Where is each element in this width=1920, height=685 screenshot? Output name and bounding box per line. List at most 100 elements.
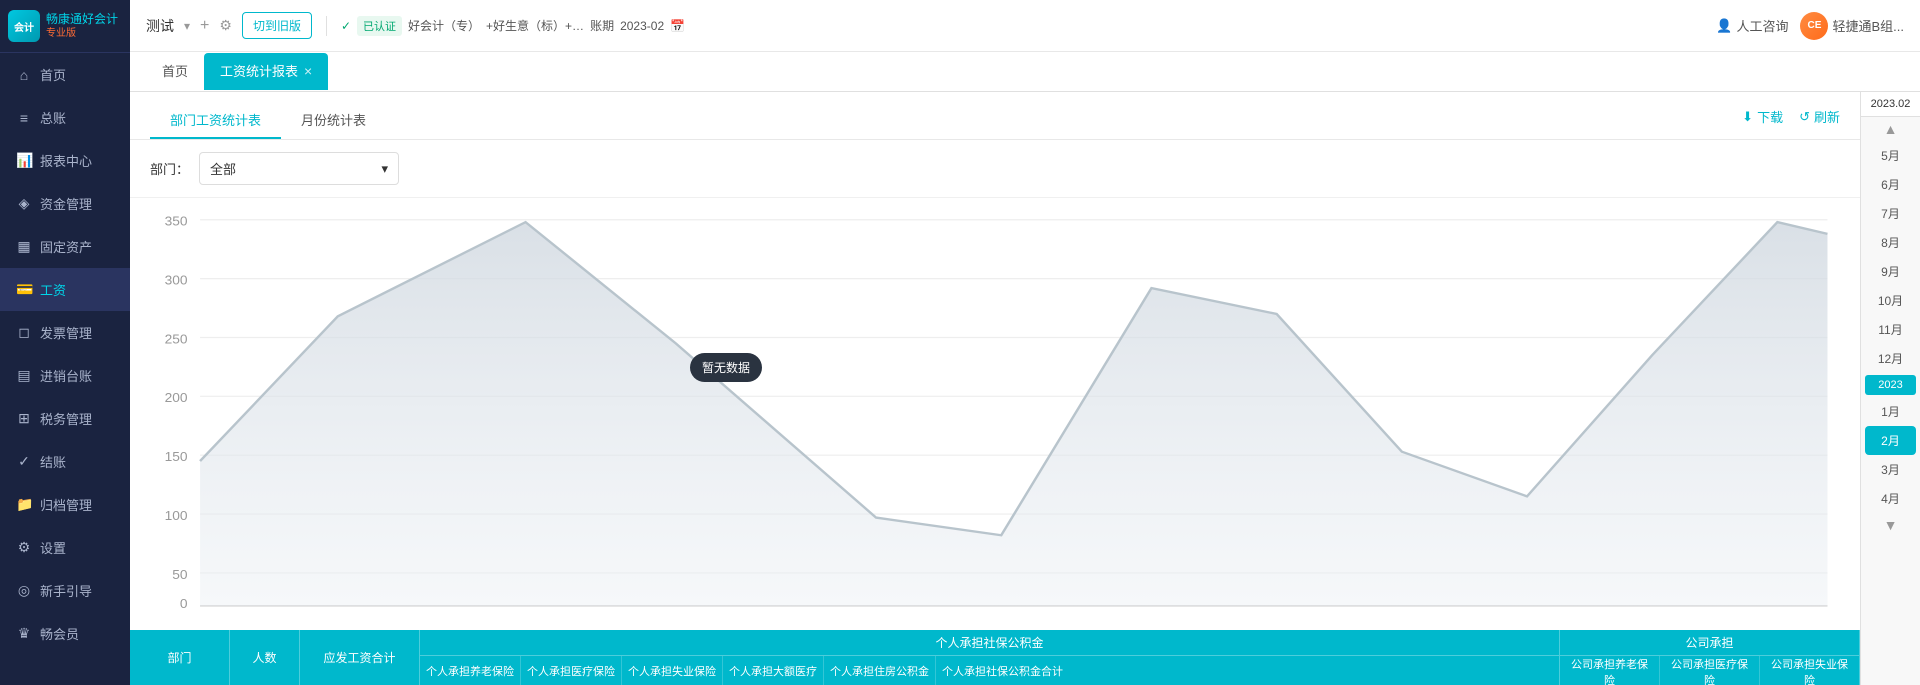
personal-group-label: 个人承担社保公积金 xyxy=(420,630,1559,656)
col-count: 人数 xyxy=(230,630,300,685)
subtab-dept[interactable]: 部门工资统计表 xyxy=(150,102,281,139)
reports-icon: 📊 xyxy=(16,152,32,169)
sidebar-item-ledger[interactable]: ≡ 总账 xyxy=(0,96,130,139)
tab-salary-report[interactable]: 工资统计报表 × xyxy=(204,53,328,90)
dept-select[interactable]: 全部 ▾ xyxy=(199,152,399,185)
subtab-monthly[interactable]: 月份统计表 xyxy=(281,102,386,139)
company-group-subs: 公司承担养老保险 公司承担医疗保险 公司承担失业保险 xyxy=(1560,656,1859,685)
refresh-btn[interactable]: ↺ 刷新 xyxy=(1799,107,1840,126)
svg-text:300: 300 xyxy=(165,273,188,288)
company-group-label: 公司承担 xyxy=(1560,630,1859,656)
sidebar-item-salary[interactable]: 💳 工资 xyxy=(0,268,130,311)
sidebar-item-reports[interactable]: 📊 报表中心 xyxy=(0,139,130,182)
period-value: 2023-02 xyxy=(620,19,664,33)
topbar-add[interactable]: + xyxy=(200,17,209,35)
personal-group-subs: 个人承担养老保险 个人承担医疗保险 个人承担失业保险 个人承担大额医疗 个人承担 xyxy=(420,656,1559,685)
date-month-sep[interactable]: 9月 xyxy=(1861,257,1920,286)
topbar-title: 测试 xyxy=(146,16,174,36)
col-group-company: 公司承担 公司承担养老保险 公司承担医疗保险 公司承担失业保险 xyxy=(1560,630,1860,685)
date-month-may[interactable]: 5月 xyxy=(1861,141,1920,170)
switch-old-btn[interactable]: 切到旧版 xyxy=(242,12,312,39)
sidebar-item-member[interactable]: ♛ 畅会员 xyxy=(0,612,130,655)
ledger-icon: ≡ xyxy=(16,110,32,126)
date-year-2023-label[interactable]: 2023 xyxy=(1865,375,1916,395)
date-month-oct[interactable]: 10月 xyxy=(1861,286,1920,315)
logo-text: 畅康通好会计 专业版 xyxy=(46,12,118,41)
topbar-status: ✓ 已认证 好会计（专） +好生意（标）+… 账期 2023-02 📅 xyxy=(341,16,685,36)
col-personal-pension: 个人承担养老保险 xyxy=(420,656,521,685)
topbar-dropdown[interactable]: ▾ xyxy=(184,19,190,33)
tab-close-icon[interactable]: × xyxy=(304,63,312,79)
subtab-right: ⬇ 下载 ↺ 刷新 xyxy=(1742,107,1840,134)
good-biz-label: +好生意（标）+… xyxy=(486,17,584,34)
date-month-jul[interactable]: 7月 xyxy=(1861,199,1920,228)
date-nav-down[interactable]: ▼ xyxy=(1861,513,1920,537)
sidebar-nav: ⌂ 首页 ≡ 总账 📊 报表中心 ◈ 资金管理 ▦ 固定资产 💳 工资 ◻ 发票… xyxy=(0,53,130,685)
cert-badge: 已认证 xyxy=(357,16,402,36)
col-group-personal: 个人承担社保公积金 个人承担养老保险 个人承担医疗保险 个人承担失业保险 xyxy=(420,630,1560,685)
col-salary-total: 应发工资合计 xyxy=(300,630,420,685)
svg-text:50: 50 xyxy=(172,567,187,582)
purchase-icon: ▤ xyxy=(16,367,32,384)
svg-text:250: 250 xyxy=(165,332,188,347)
funds-icon: ◈ xyxy=(16,195,32,212)
sidebar-item-guide[interactable]: ◎ 新手引导 xyxy=(0,569,130,612)
sidebar-item-close[interactable]: ✓ 结账 xyxy=(0,440,130,483)
user-avatar[interactable]: CE 轻捷通B组... xyxy=(1800,12,1904,40)
guide-icon: ◎ xyxy=(16,582,32,599)
cert-icon: ✓ xyxy=(341,19,351,33)
archive-icon: 📁 xyxy=(16,496,32,513)
member-icon: ♛ xyxy=(16,625,32,642)
main-area: 测试 ▾ + ⚙ 切到旧版 ✓ 已认证 好会计（专） +好生意（标）+… 账期 … xyxy=(130,0,1920,685)
sidebar-item-purchase[interactable]: ▤ 进销台账 xyxy=(0,354,130,397)
sidebar-item-home[interactable]: ⌂ 首页 xyxy=(0,53,130,96)
date-month-apr[interactable]: 4月 xyxy=(1861,484,1920,513)
subtab-left: 部门工资统计表 月份统计表 xyxy=(150,102,386,139)
period-label: 账期 xyxy=(590,17,614,34)
topbar-right: 👤 人工咨询 CE 轻捷通B组... xyxy=(1716,12,1904,40)
download-btn[interactable]: ⬇ 下载 xyxy=(1742,107,1783,126)
good-acc-label: 好会计（专） xyxy=(408,17,480,34)
col-personal-total: 个人承担社保公积金合计 xyxy=(936,656,1069,685)
tab-home[interactable]: 首页 xyxy=(146,53,204,90)
date-month-mar[interactable]: 3月 xyxy=(1861,455,1920,484)
consult-btn[interactable]: 👤 人工咨询 xyxy=(1716,16,1788,35)
sidebar: 会计 畅康通好会计 专业版 ⌂ 首页 ≡ 总账 📊 报表中心 ◈ 资金管理 ▦ … xyxy=(0,0,130,685)
content-main: 部门工资统计表 月份统计表 ⬇ 下载 ↺ 刷新 xyxy=(130,92,1860,685)
sidebar-item-archive[interactable]: 📁 归档管理 xyxy=(0,483,130,526)
content-area: 部门工资统计表 月份统计表 ⬇ 下载 ↺ 刷新 xyxy=(130,92,1920,685)
close-acc-icon: ✓ xyxy=(16,453,32,470)
date-month-dec[interactable]: 12月 xyxy=(1861,344,1920,373)
date-nav-up[interactable]: ▲ xyxy=(1861,117,1920,141)
svg-text:350: 350 xyxy=(165,214,188,229)
sidebar-item-tax[interactable]: ⊞ 税务管理 xyxy=(0,397,130,440)
sidebar-item-settings[interactable]: ⚙ 设置 xyxy=(0,526,130,569)
col-company-medical: 公司承担医疗保险 xyxy=(1660,656,1760,685)
sidebar-item-assets[interactable]: ▦ 固定资产 xyxy=(0,225,130,268)
col-dept: 部门 xyxy=(130,630,230,685)
col-company-pension: 公司承担养老保险 xyxy=(1560,656,1660,685)
divider xyxy=(326,16,327,36)
date-panel: 2023.02 ▲ 5月 6月 7月 8月 9月 10月 11月 12月 202… xyxy=(1860,92,1920,685)
app-logo: 会计 畅康通好会计 专业版 xyxy=(0,0,130,53)
invoice-icon: ◻ xyxy=(16,324,32,341)
settings-icon: ⚙ xyxy=(16,539,32,556)
topbar: 测试 ▾ + ⚙ 切到旧版 ✓ 已认证 好会计（专） +好生意（标）+… 账期 … xyxy=(130,0,1920,52)
calendar-icon[interactable]: 📅 xyxy=(670,19,685,33)
date-month-jun[interactable]: 6月 xyxy=(1861,170,1920,199)
col-personal-medical: 个人承担医疗保险 xyxy=(521,656,622,685)
filter-bar: 部门： 全部 ▾ xyxy=(130,140,1860,198)
chart-area: 350 300 250 200 150 100 50 0 xyxy=(130,198,1860,630)
svg-text:200: 200 xyxy=(165,391,188,406)
date-month-aug[interactable]: 8月 xyxy=(1861,228,1920,257)
avatar-icon: CE xyxy=(1800,12,1828,40)
sidebar-item-funds[interactable]: ◈ 资金管理 xyxy=(0,182,130,225)
filter-label: 部门： xyxy=(150,159,189,178)
date-month-feb[interactable]: 2月 xyxy=(1865,426,1916,455)
date-month-nov[interactable]: 11月 xyxy=(1861,315,1920,344)
svg-text:100: 100 xyxy=(165,508,188,523)
svg-text:0: 0 xyxy=(180,597,188,612)
date-month-jan[interactable]: 1月 xyxy=(1861,397,1920,426)
sidebar-item-invoice[interactable]: ◻ 发票管理 xyxy=(0,311,130,354)
topbar-settings[interactable]: ⚙ xyxy=(219,17,232,34)
